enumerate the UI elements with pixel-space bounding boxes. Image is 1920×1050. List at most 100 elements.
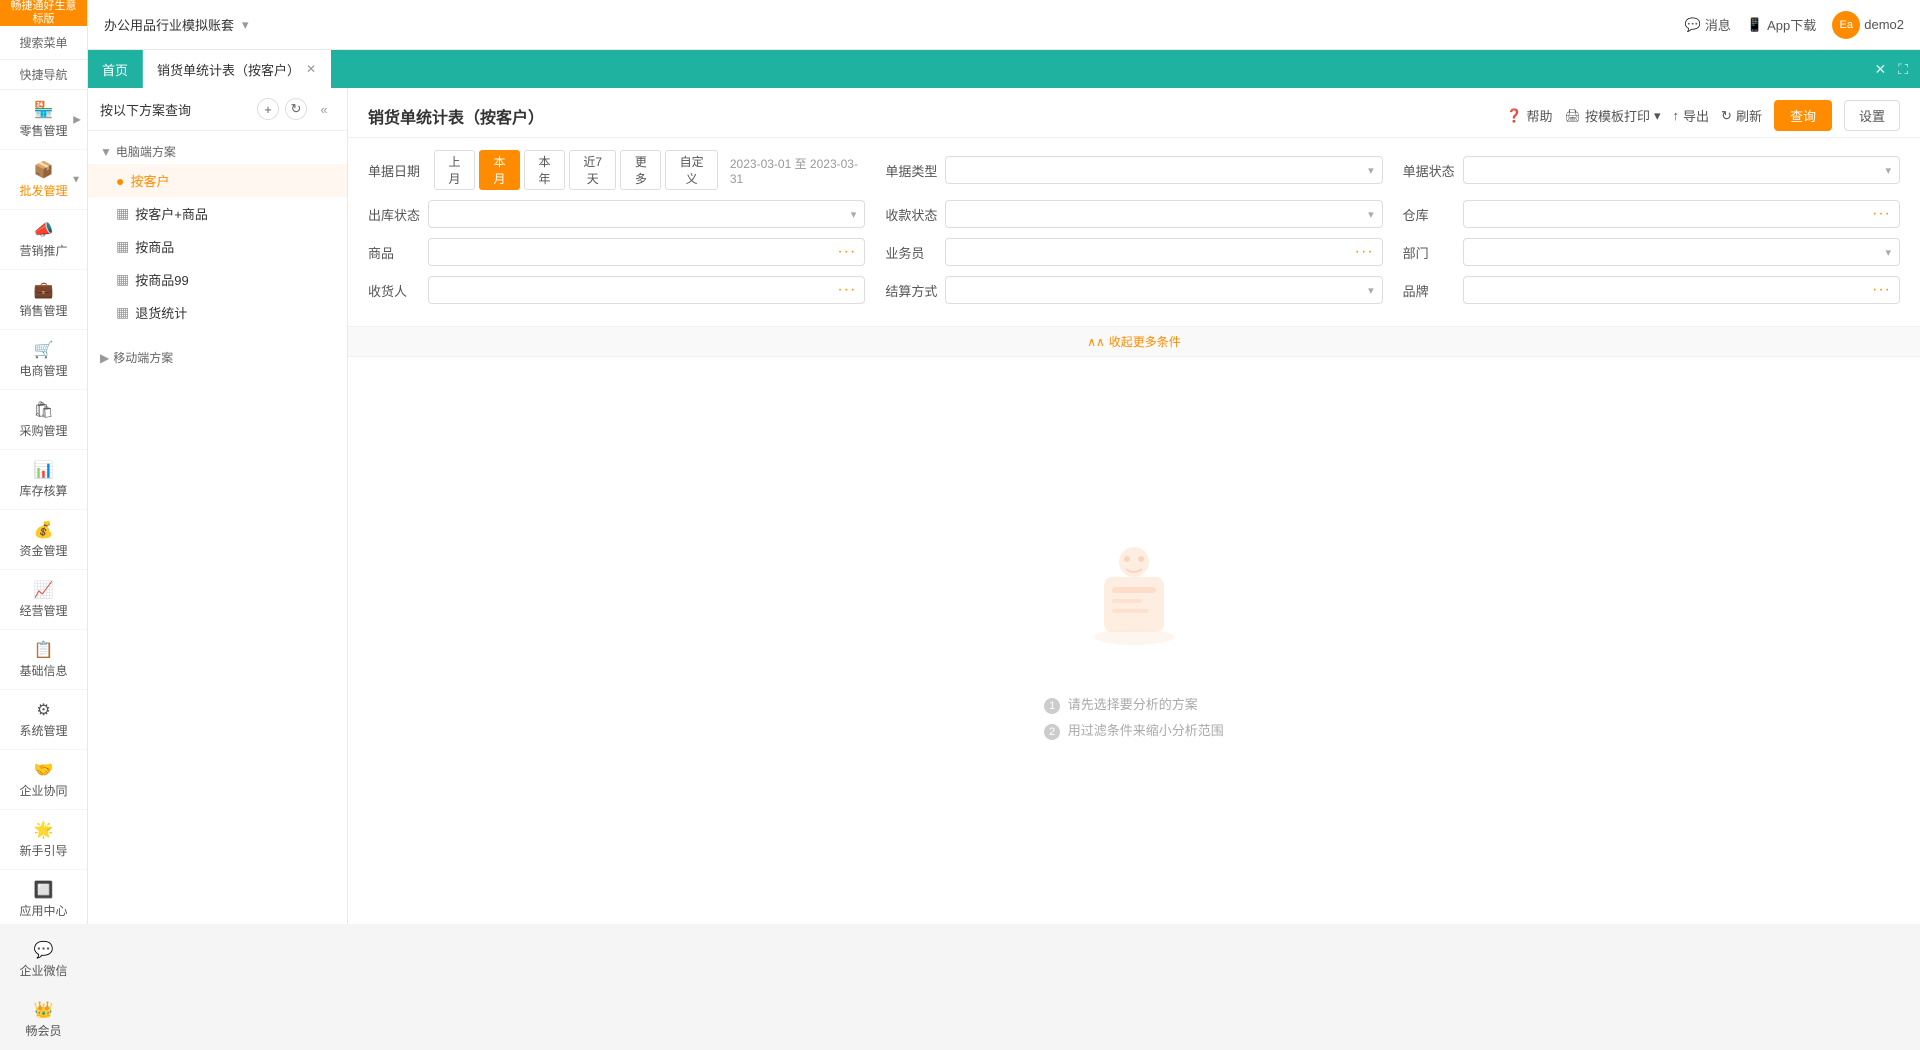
sidebar-item-label: 经营管理 [19,602,67,619]
date-last-7-days[interactable]: 近7天 [569,150,616,190]
sidebar-item-enterprise[interactable]: 🤝 企业协同 [0,750,87,810]
warehouse-select[interactable]: ··· [1463,200,1900,228]
sidebar-item-marketing[interactable]: 📣 营销推广 [0,210,87,270]
date-this-month[interactable]: 本月 [479,150,520,190]
tree-toggle-desktop[interactable]: ▼ [100,145,112,159]
sidebar-item-wechat[interactable]: 💬 企业微信 [0,930,87,990]
receiver-select[interactable]: ··· [428,276,865,304]
filter-row-4: 收货人 ··· 结算方式 ▾ 品牌 [368,276,1900,304]
sidebar-item-operation[interactable]: 📈 经营管理 [0,570,87,630]
help-button[interactable]: ❓ 帮助 [1506,106,1552,125]
inventory-icon: 📊 [34,460,54,480]
payment-cell: 结算方式 ▾ [885,276,1382,304]
date-custom[interactable]: 自定义 [665,150,717,190]
plus-icon: + [264,102,272,117]
order-status-select[interactable]: ▾ [1463,156,1900,184]
tab-sales-stats-label: 销货单统计表（按客户） [157,60,300,79]
tree-item-label: 按客户+商品 [135,204,208,223]
tab-home-label: 首页 [102,60,128,79]
chevron-down-icon: ▾ [1368,208,1374,221]
empty-hint-2: 用过滤条件来缩小分析范围 [1068,723,1224,738]
settings-button[interactable]: 设置 [1844,100,1900,131]
sidebar-item-purchase[interactable]: 🛍 采购管理 [0,390,87,450]
tree-item-by-product[interactable]: ▦ 按商品 [88,230,347,263]
sidebar-item-system[interactable]: ⚙ 系统管理 [0,690,87,750]
tab-close-icon[interactable]: ✕ [306,62,316,76]
tree-item-label: 按商品99 [135,270,188,289]
order-type-select[interactable]: ▾ [945,156,1382,184]
empty-hint: 1 请先选择要分析的方案 2 用过滤条件来缩小分析范围 [1044,692,1224,744]
print-icon: 🖨 [1564,108,1581,124]
sales-icon: 💼 [34,280,54,300]
print-button[interactable]: 🖨 按模板打印 ▾ [1564,106,1660,125]
sidebar-item-apps[interactable]: 🔲 应用中心 [0,870,87,930]
sidebar-item-member[interactable]: 👑 畅会员 [0,990,87,1050]
filter-row-1: 单据日期 上月 本月 本年 近7天 更多 自定义 2023-03-01 至 20… [368,150,1900,190]
date-this-year[interactable]: 本年 [524,150,565,190]
system-icon: ⚙ [36,700,50,720]
top-header: 办公用品行业模拟账套 ▾ 💬 消息 📱 App下载 Ea demo2 [88,0,1920,50]
tree-item-by-product99[interactable]: ▦ 按商品99 [88,263,347,296]
collapse-bar[interactable]: ∧∧ 收起更多条件 [348,327,1920,357]
payment-select[interactable]: ▾ [945,276,1382,304]
refresh-button[interactable]: ↻ 刷新 [1721,106,1762,125]
page-container: 按以下方案查询 + ↻ « ▼ 电脑端方案 [88,88,1920,924]
sidebar-item-label: 销售管理 [19,302,67,319]
sidebar-item-sales[interactable]: 💼 销售管理 [0,270,87,330]
filter-row-2: 出库状态 ▾ 收款状态 ▾ 仓库 [368,200,1900,228]
order-status-cell: 单据状态 ▾ [1403,150,1900,190]
sidebar: 畅捷通好生意 标版 搜索菜单 快捷导航 🏪 零售管理 ▶ 📦 批发管理 ▼ 📣 … [0,0,88,924]
header-left: 办公用品行业模拟账套 ▾ [104,15,249,34]
department-select[interactable]: ▾ [1463,238,1900,266]
salesperson-select[interactable]: ··· [945,238,1382,266]
chevron-right-icon: ▶ [73,114,81,125]
out-status-cell: 出库状态 ▾ [368,200,865,228]
sidebar-item-ecommerce[interactable]: 🛒 电商管理 [0,330,87,390]
sidebar-item-wholesale[interactable]: 📦 批发管理 ▼ [0,150,87,210]
header-title: 办公用品行业模拟账套 [104,15,234,34]
message-button[interactable]: 💬 消息 [1685,15,1731,34]
user-profile[interactable]: Ea demo2 [1832,11,1904,39]
tab-close-all-icon[interactable]: ✕ [1874,61,1886,78]
out-status-select[interactable]: ▾ [428,200,865,228]
tab-home[interactable]: 首页 [88,50,143,88]
export-button[interactable]: ↑ 导出 [1673,106,1710,125]
tree-item-return-stats[interactable]: ▦ 退货统计 [88,296,347,329]
empty-hint-1: 请先选择要分析的方案 [1068,697,1198,712]
header-dropdown-icon[interactable]: ▾ [242,17,249,33]
tree-item-by-customer[interactable]: ● 按客户 [88,164,347,197]
search-menu[interactable]: 搜索菜单 [0,26,87,60]
receipt-status-select[interactable]: ▾ [945,200,1382,228]
warehouse-label: 仓库 [1403,205,1463,224]
sidebar-item-finance[interactable]: 💰 资金管理 [0,510,87,570]
chevron-down-icon: ▼ [71,174,81,185]
product-select[interactable]: ··· [428,238,865,266]
export-icon: ↑ [1673,108,1680,123]
more-icon: ··· [837,243,856,261]
tab-expand-icon[interactable]: ⛶ [1898,61,1908,78]
date-more[interactable]: 更多 [620,150,661,190]
sidebar-item-label: 批发管理 [19,182,67,199]
quick-nav[interactable]: 快捷导航 [0,60,87,90]
date-last-month[interactable]: 上月 [434,150,475,190]
tree-item-by-customer-product[interactable]: ▦ 按客户+商品 [88,197,347,230]
tab-sales-stats[interactable]: 销货单统计表（按客户） ✕ [143,50,331,88]
refresh-scheme-button[interactable]: ↻ [285,98,307,120]
tree-item-icon: ▦ [116,205,129,222]
collapse-panel-button[interactable]: « [313,98,335,120]
brand-select[interactable]: ··· [1463,276,1900,304]
sidebar-item-inventory[interactable]: 📊 库存核算 [0,450,87,510]
title-actions: ❓ 帮助 🖨 按模板打印 ▾ ↑ 导出 ↻ 刷新 [1506,100,1900,131]
tree-toggle-mobile[interactable]: ▶ [100,351,109,365]
tree-item-icon: ▦ [116,271,129,288]
sidebar-item-newbie[interactable]: 🌟 新手引导 [0,810,87,870]
warehouse-cell: 仓库 ··· [1403,200,1900,228]
query-button[interactable]: 查询 [1774,100,1832,131]
sidebar-item-basic[interactable]: 📋 基础信息 [0,630,87,690]
sidebar-item-label: 新手引导 [19,842,67,859]
app-download-button[interactable]: 📱 App下载 [1747,15,1816,34]
sidebar-item-retail[interactable]: 🏪 零售管理 ▶ [0,90,87,150]
add-scheme-button[interactable]: + [257,98,279,120]
newbie-icon: 🌟 [34,820,54,840]
tree-group-desktop: ▼ 电脑端方案 [88,139,347,164]
